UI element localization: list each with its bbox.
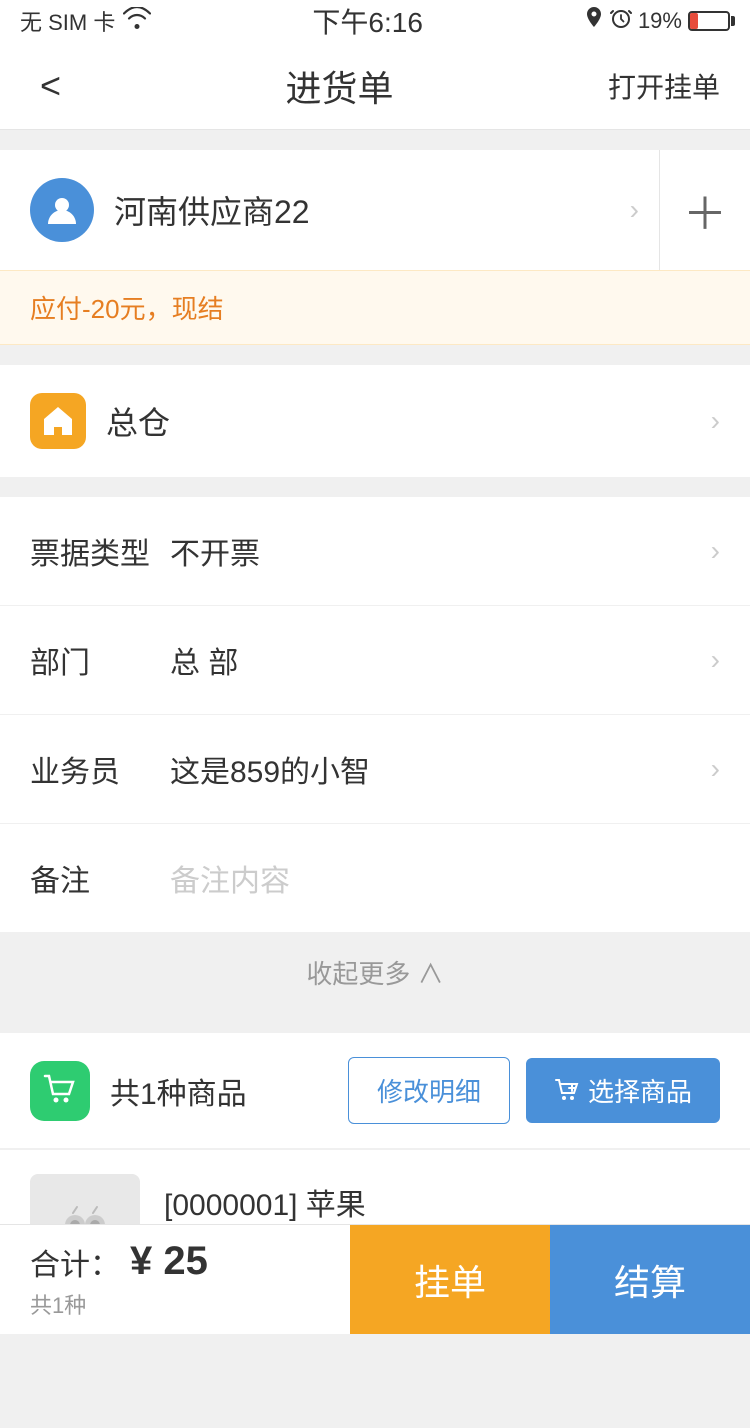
product-count-text: 共1种商品 [110, 1069, 348, 1113]
location-icon [584, 7, 604, 35]
supplier-chevron-icon: › [630, 194, 639, 226]
invoice-type-value: 不开票 [170, 529, 701, 573]
product-name: [0000001] 苹果 [164, 1180, 674, 1224]
supplier-name: 河南供应商22 [114, 187, 620, 233]
home-icon [42, 405, 74, 437]
select-cart-icon [554, 1078, 580, 1104]
supplier-row[interactable]: 河南供应商22 › [0, 150, 660, 270]
page-title: 进货单 [286, 60, 394, 112]
open-hang-button[interactable]: 打开挂单 [608, 66, 720, 106]
carrier-label: 无 SIM 卡 [20, 5, 115, 37]
total-section: 合计： ¥ 25 共1种 [0, 1225, 350, 1334]
supplier-avatar [30, 178, 94, 242]
invoice-type-label: 票据类型 [30, 529, 170, 573]
gap-3 [0, 477, 750, 497]
form-section: 票据类型 不开票 › 部门 总 部 › 业务员 这是859的小智 › 备注 备注… [0, 497, 750, 932]
total-amount: ¥ 25 [130, 1239, 208, 1284]
supplier-section: 河南供应商22 › ＋ [0, 150, 750, 270]
product-header: 共1种商品 修改明细 选择商品 [0, 1033, 750, 1148]
battery-percentage: 19% [638, 8, 682, 34]
salesperson-label: 业务员 [30, 747, 170, 791]
warehouse-chevron-icon: › [711, 405, 720, 437]
department-chevron-icon: › [711, 644, 720, 676]
collapse-bar[interactable]: 收起更多 ∧ [0, 932, 750, 1013]
battery-icon [688, 11, 730, 31]
gap-4 [0, 1013, 750, 1033]
select-product-label: 选择商品 [588, 1072, 692, 1109]
salesperson-chevron-icon: › [711, 753, 720, 785]
wifi-icon [123, 7, 151, 35]
invoice-type-chevron-icon: › [711, 535, 720, 567]
gap-2 [0, 345, 750, 365]
remark-row[interactable]: 备注 备注内容 [0, 824, 750, 932]
salesperson-value: 这是859的小智 [170, 747, 701, 791]
edit-detail-button[interactable]: 修改明细 [348, 1057, 510, 1124]
nav-bar: < 进货单 打开挂单 [0, 42, 750, 130]
checkout-button[interactable]: 结算 [550, 1225, 750, 1334]
payment-notice: 应付-20元，现结 [0, 270, 750, 345]
department-value: 总 部 [170, 638, 701, 682]
total-row: 合计： ¥ 25 [30, 1239, 320, 1284]
invoice-type-row[interactable]: 票据类型 不开票 › [0, 497, 750, 606]
status-left: 无 SIM 卡 [20, 5, 151, 37]
time-label: 下午6:16 [312, 1, 423, 41]
total-label: 合计： [30, 1240, 120, 1284]
select-product-button[interactable]: 选择商品 [526, 1058, 720, 1123]
alarm-icon [610, 7, 632, 35]
warehouse-row[interactable]: 总仓 › [0, 365, 750, 477]
product-code: [0000001] [164, 1189, 306, 1222]
hang-button[interactable]: 挂单 [350, 1225, 550, 1334]
remark-label: 备注 [30, 856, 170, 900]
salesperson-row[interactable]: 业务员 这是859的小智 › [0, 715, 750, 824]
supplier-add-button[interactable]: ＋ [660, 150, 750, 270]
remark-value: 备注内容 [170, 856, 720, 900]
warehouse-icon [30, 393, 86, 449]
gap-1 [0, 130, 750, 150]
product-count-icon [30, 1061, 90, 1121]
bottom-bar: 合计： ¥ 25 共1种 挂单 结算 [0, 1224, 750, 1334]
status-right: 19% [584, 7, 730, 35]
person-icon [44, 192, 80, 228]
department-row[interactable]: 部门 总 部 › [0, 606, 750, 715]
cart-icon [43, 1074, 77, 1108]
total-sub: 共1种 [30, 1288, 320, 1320]
department-label: 部门 [30, 638, 170, 682]
back-button[interactable]: < [30, 55, 71, 117]
status-bar: 无 SIM 卡 下午6:16 19% [0, 0, 750, 42]
warehouse-name: 总仓 [106, 398, 701, 444]
